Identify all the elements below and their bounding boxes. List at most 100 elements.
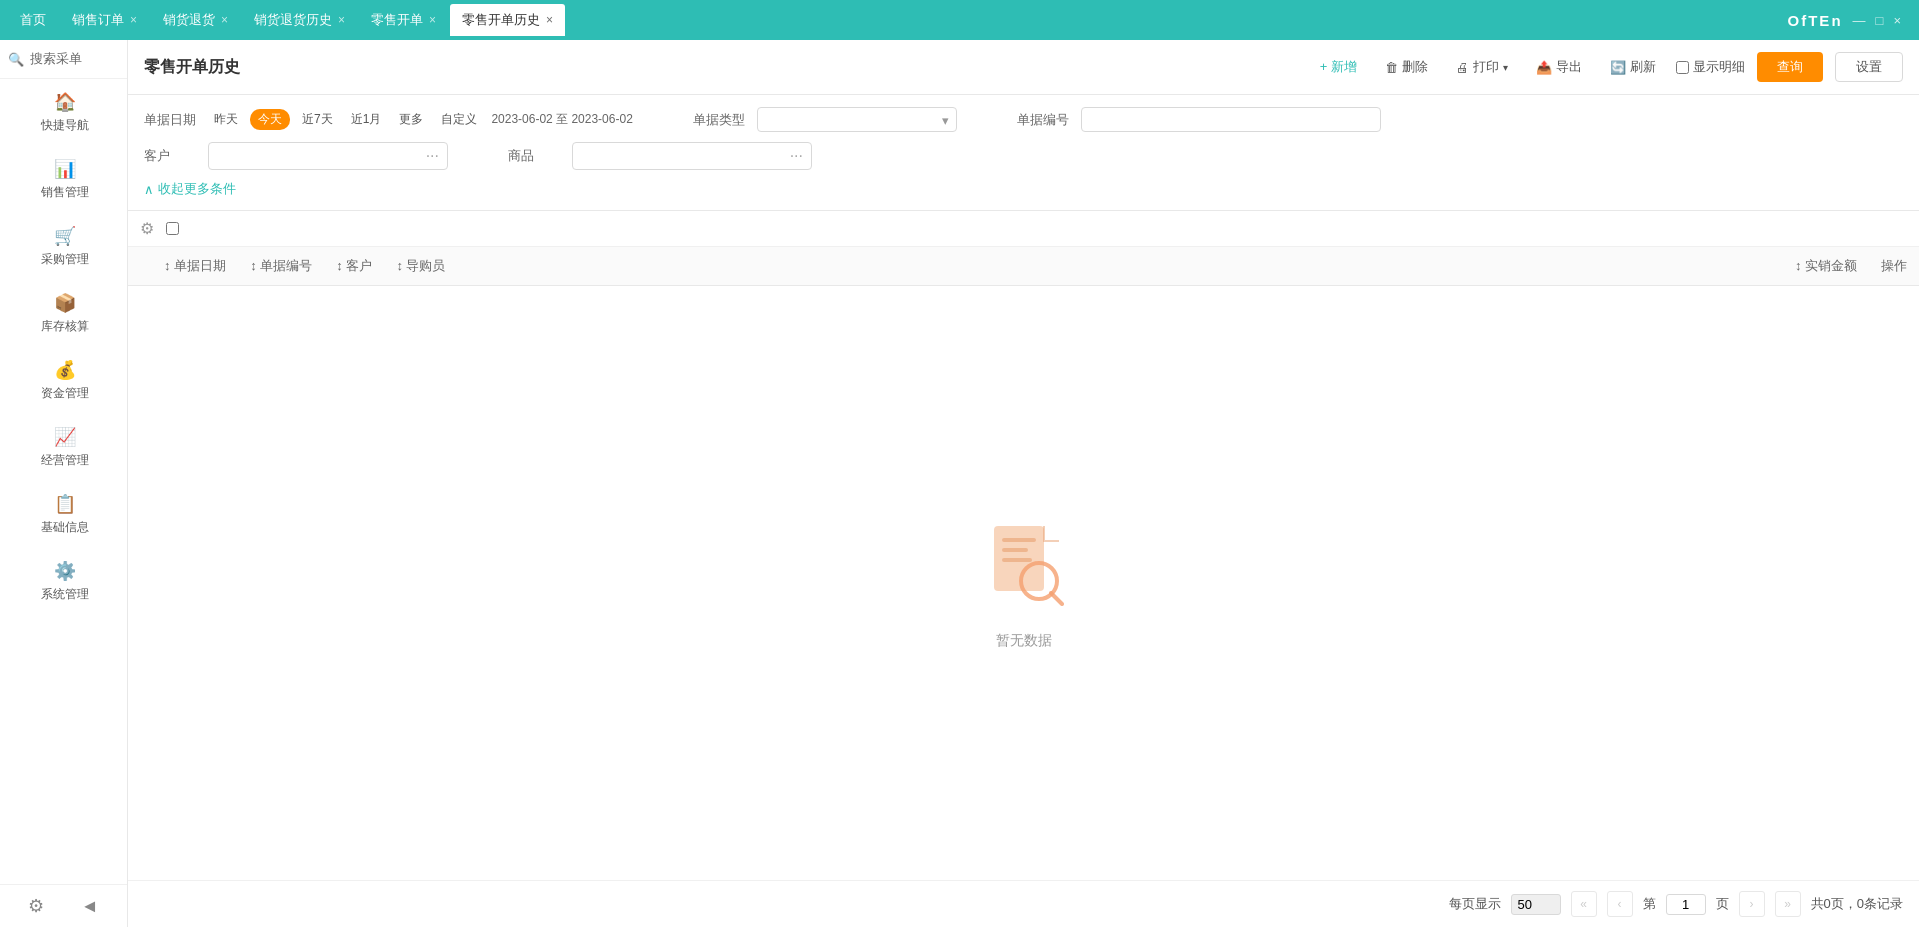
date-opt-more[interactable]: 更多: [393, 109, 429, 130]
doc-no-filter: 单据编号: [1017, 107, 1381, 132]
col-amount[interactable]: ↕ 实销金额: [1783, 247, 1869, 286]
sidebar-item-6[interactable]: 📋 基础信息: [0, 481, 127, 548]
customer-dots-icon[interactable]: ···: [426, 147, 439, 165]
refresh-label: 刷新: [1630, 58, 1656, 76]
page-label: 第: [1643, 895, 1656, 913]
print-button[interactable]: 🖨 打印 ▾: [1448, 54, 1516, 80]
sidebar-icon-0: 🏠: [54, 91, 76, 113]
col-guide[interactable]: ↕ 导购员: [384, 247, 457, 286]
page-number-input[interactable]: [1666, 894, 1706, 915]
date-opt-1month[interactable]: 近1月: [345, 109, 388, 130]
delete-button[interactable]: 🗑 删除: [1377, 54, 1436, 80]
tab-销货退货历史[interactable]: 销货退货历史×: [242, 4, 357, 36]
collapse-filter-btn[interactable]: ∧ 收起更多条件: [144, 180, 1903, 198]
prev-page-btn[interactable]: ‹: [1607, 891, 1633, 917]
doc-type-select-wrapper: [757, 107, 957, 132]
window-minimize-btn[interactable]: —: [1853, 13, 1866, 28]
next-page-btn[interactable]: ›: [1739, 891, 1765, 917]
customer-filter: 客户 ···: [144, 142, 448, 170]
collapse-icon: ∧: [144, 182, 154, 197]
sidebar-items-container: 🏠 快捷导航 📊 销售管理 🛒 采购管理 📦 库存核算 💰 资金管理 📈 经营管…: [0, 79, 127, 615]
col-no[interactable]: ↕ 单据编号: [238, 247, 324, 286]
select-all-checkbox[interactable]: [166, 222, 179, 235]
sidebar-item-2[interactable]: 🛒 采购管理: [0, 213, 127, 280]
window-close-btn[interactable]: ×: [1893, 13, 1901, 28]
sidebar-item-1[interactable]: 📊 销售管理: [0, 146, 127, 213]
sidebar-icon-4: 💰: [54, 359, 76, 381]
refresh-icon: 🔄: [1610, 60, 1626, 75]
col-action: 操作: [1869, 247, 1919, 286]
svg-rect-1: [1002, 538, 1036, 542]
tab-零售开单历史[interactable]: 零售开单历史 ×: [450, 4, 565, 36]
page-suffix: 页: [1716, 895, 1729, 913]
table-settings-icon[interactable]: ⚙: [140, 219, 154, 238]
export-button[interactable]: 📤 导出: [1528, 54, 1590, 80]
search-label: 搜索采单: [30, 50, 82, 68]
sidebar-label-0: 快捷导航: [41, 117, 89, 134]
empty-state: 暂无数据: [128, 286, 1919, 880]
sidebar-label-1: 销售管理: [41, 184, 89, 201]
first-page-btn[interactable]: «: [1571, 891, 1597, 917]
print-icon: 🖨: [1456, 60, 1469, 75]
filter-area: 单据日期 昨天 今天 近7天 近1月 更多 自定义 2023-06-02 至 2…: [128, 95, 1919, 211]
sidebar-item-7[interactable]: ⚙️ 系统管理: [0, 548, 127, 615]
page-size-select[interactable]: 50 10 20 100: [1511, 894, 1561, 915]
page-title: 零售开单历史: [144, 57, 240, 90]
doc-no-input[interactable]: [1081, 107, 1381, 132]
svg-rect-2: [1002, 548, 1028, 552]
tab-close-btn[interactable]: ×: [429, 13, 436, 27]
search-button[interactable]: 查询: [1757, 52, 1823, 82]
tab-close-btn[interactable]: ×: [221, 13, 228, 27]
add-button[interactable]: + 新增: [1312, 54, 1365, 80]
goods-input-wrapper[interactable]: ···: [572, 142, 812, 170]
sidebar-item-4[interactable]: 💰 资金管理: [0, 347, 127, 414]
date-opt-custom[interactable]: 自定义: [435, 109, 483, 130]
show-detail-checkbox-input[interactable]: [1676, 61, 1689, 74]
customer-label: 客户: [144, 147, 200, 165]
top-bar-right: OfTEn — □ ×: [1788, 12, 1911, 29]
sidebar-item-5[interactable]: 📈 经营管理: [0, 414, 127, 481]
tab-label: 销货退货: [163, 11, 215, 29]
sidebar-search[interactable]: 🔍 搜索采单: [0, 40, 127, 79]
svg-line-5: [1051, 593, 1062, 604]
settings-button[interactable]: 设置: [1835, 52, 1903, 82]
refresh-button[interactable]: 🔄 刷新: [1602, 54, 1664, 80]
goods-filter: 商品 ···: [508, 142, 812, 170]
customer-input-wrapper[interactable]: ···: [208, 142, 448, 170]
col-date[interactable]: ↕ 单据日期: [152, 247, 238, 286]
col-amount-label: ↕ 实销金额: [1795, 258, 1857, 273]
doc-type-select[interactable]: [757, 107, 957, 132]
date-opt-today[interactable]: 今天: [250, 109, 290, 130]
sidebar-label-7: 系统管理: [41, 586, 89, 603]
collapse-sidebar-icon[interactable]: ◄: [81, 896, 99, 917]
table-area: ⚙ ↕ 单据日期 ↕ 单据编号 ↕ 客户: [128, 211, 1919, 880]
sidebar-item-3[interactable]: 📦 库存核算: [0, 280, 127, 347]
sidebar-item-0[interactable]: 🏠 快捷导航: [0, 79, 127, 146]
tab-label: 零售开单历史: [462, 11, 540, 29]
tab-零售开单[interactable]: 零售开单×: [359, 4, 448, 36]
last-page-btn[interactable]: »: [1775, 891, 1801, 917]
tab-首页[interactable]: 首页: [8, 4, 58, 36]
settings-icon[interactable]: ⚙: [28, 895, 44, 917]
tab-销货退货[interactable]: 销货退货 ×: [151, 4, 240, 36]
page-header: 零售开单历史 + 新增 🗑 删除 🖨 打印 ▾ 📤 导出 🔄: [128, 40, 1919, 95]
date-opt-yesterday[interactable]: 昨天: [208, 109, 244, 130]
tab-close-btn[interactable]: ×: [130, 13, 137, 27]
show-detail-toggle[interactable]: 显示明细: [1676, 58, 1745, 76]
table-header: ↕ 单据日期 ↕ 单据编号 ↕ 客户 ↕ 导购员 ↕: [128, 247, 1919, 286]
tab-close-btn[interactable]: ×: [338, 13, 345, 27]
empty-text: 暂无数据: [996, 632, 1052, 650]
goods-dots-icon[interactable]: ···: [790, 147, 803, 165]
col-customer[interactable]: ↕ 客户: [324, 247, 384, 286]
export-icon: 📤: [1536, 60, 1552, 75]
date-opt-7days[interactable]: 近7天: [296, 109, 339, 130]
window-maximize-btn[interactable]: □: [1876, 13, 1884, 28]
sidebar: 🔍 搜索采单 🏠 快捷导航 📊 销售管理 🛒 采购管理 📦 库存核算 💰 资金管…: [0, 40, 128, 927]
sidebar-icon-2: 🛒: [54, 225, 76, 247]
tab-销售订单[interactable]: 销售订单×: [60, 4, 149, 36]
delete-icon: 🗑: [1385, 60, 1398, 75]
brand-label: OfTEn: [1788, 12, 1843, 29]
tab-close-btn[interactable]: ×: [546, 13, 553, 27]
sidebar-bottom: ⚙ ◄: [0, 884, 127, 927]
col-guide-label: ↕ 导购员: [396, 258, 445, 273]
